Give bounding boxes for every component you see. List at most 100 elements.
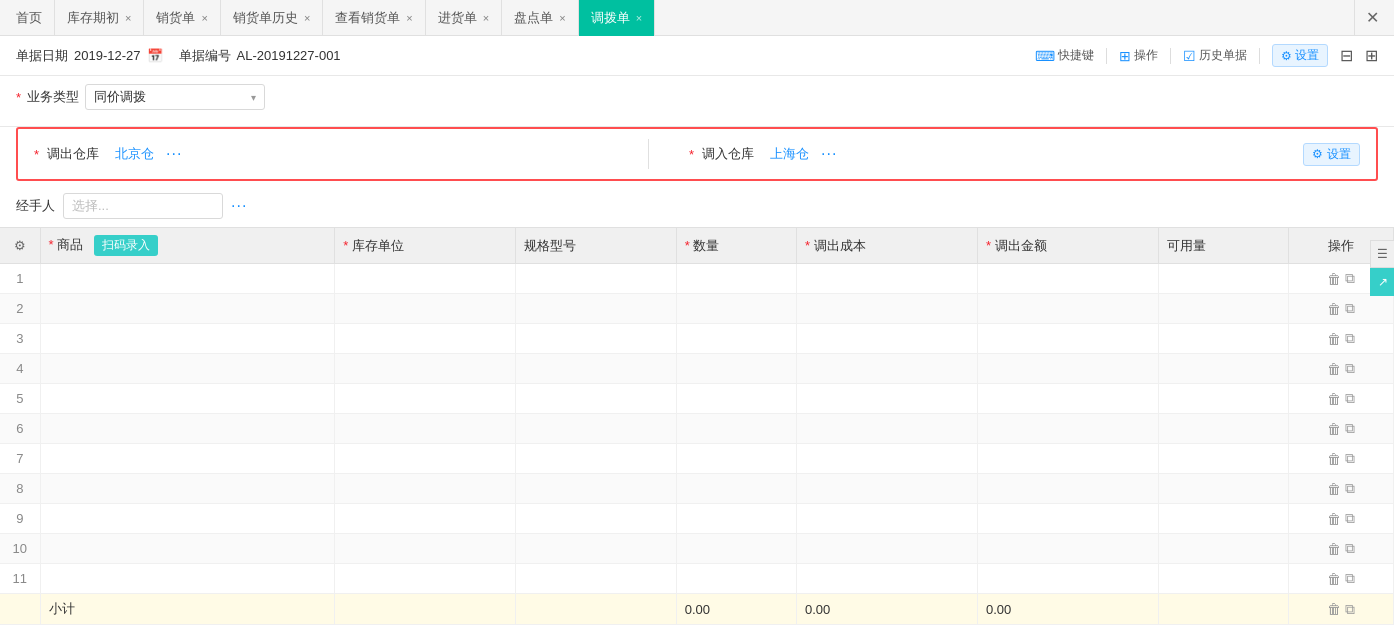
row-cell-spec[interactable] (516, 294, 677, 324)
row-cell-qty[interactable] (676, 504, 796, 534)
right-float-list-btn[interactable]: ☰ (1370, 240, 1394, 268)
tab-view-sales-close[interactable]: × (406, 12, 412, 24)
row-cell-unit[interactable] (335, 444, 516, 474)
row-cell-cost[interactable] (797, 474, 978, 504)
scan-button[interactable]: 扫码录入 (94, 235, 158, 256)
row-cell-product[interactable] (40, 294, 335, 324)
copy-icon[interactable]: ⧉ (1345, 390, 1355, 407)
row-cell-product[interactable] (40, 414, 335, 444)
delete-icon[interactable]: 🗑 (1327, 451, 1341, 467)
delete-icon[interactable]: 🗑 (1327, 331, 1341, 347)
copy-icon[interactable]: ⧉ (1345, 480, 1355, 497)
warehouse-out-more[interactable]: ··· (166, 145, 182, 163)
row-cell-spec[interactable] (516, 444, 677, 474)
tab-transfer[interactable]: 调拨单 × (579, 0, 655, 36)
row-cell-unit[interactable] (335, 294, 516, 324)
delete-icon[interactable]: 🗑 (1327, 361, 1341, 377)
shortcut-button[interactable]: ⌨ 快捷键 (1035, 47, 1094, 64)
row-cell-spec[interactable] (516, 414, 677, 444)
copy-icon[interactable]: ⧉ (1345, 450, 1355, 467)
row-cell-spec[interactable] (516, 384, 677, 414)
tab-purchase[interactable]: 进货单 × (426, 0, 502, 36)
copy-icon[interactable]: ⧉ (1345, 300, 1355, 317)
copy-icon[interactable]: ⧉ (1345, 570, 1355, 587)
row-cell-unit[interactable] (335, 564, 516, 594)
row-cell-qty[interactable] (676, 384, 796, 414)
row-cell-product[interactable] (40, 504, 335, 534)
delete-icon[interactable]: 🗑 (1327, 571, 1341, 587)
calendar-icon[interactable]: 📅 (147, 48, 163, 63)
row-cell-amount[interactable] (977, 264, 1158, 294)
row-cell-amount[interactable] (977, 384, 1158, 414)
history-button[interactable]: ☑ 历史单据 (1183, 47, 1247, 64)
row-cell-spec[interactable] (516, 474, 677, 504)
tab-home[interactable]: 首页 (4, 0, 55, 36)
grid-view-button[interactable]: ⊟ (1340, 46, 1353, 65)
row-cell-unit[interactable] (335, 324, 516, 354)
row-cell-unit[interactable] (335, 414, 516, 444)
copy-icon[interactable]: ⧉ (1345, 330, 1355, 347)
row-cell-product[interactable] (40, 354, 335, 384)
tab-sales-history-close[interactable]: × (304, 12, 310, 24)
delete-icon[interactable]: 🗑 (1327, 511, 1341, 527)
row-cell-amount[interactable] (977, 564, 1158, 594)
row-cell-product[interactable] (40, 384, 335, 414)
copy-icon[interactable]: ⧉ (1345, 540, 1355, 557)
row-cell-cost[interactable] (797, 444, 978, 474)
row-cell-amount[interactable] (977, 474, 1158, 504)
tab-stocktake-close[interactable]: × (559, 12, 565, 24)
row-cell-cost[interactable] (797, 534, 978, 564)
row-cell-unit[interactable] (335, 384, 516, 414)
row-cell-amount[interactable] (977, 504, 1158, 534)
tab-sales-order[interactable]: 销货单 × (144, 0, 220, 36)
row-cell-unit[interactable] (335, 264, 516, 294)
copy-icon[interactable]: ⧉ (1345, 510, 1355, 527)
row-cell-qty[interactable] (676, 354, 796, 384)
settings-button[interactable]: ⚙ 设置 (1272, 44, 1328, 67)
row-cell-qty[interactable] (676, 324, 796, 354)
row-cell-amount[interactable] (977, 354, 1158, 384)
row-cell-qty[interactable] (676, 564, 796, 594)
list-view-button[interactable]: ⊞ (1365, 46, 1378, 65)
right-float-export-btn[interactable]: ↗ (1370, 268, 1394, 296)
row-cell-qty[interactable] (676, 414, 796, 444)
tab-bar-close-button[interactable]: ✕ (1354, 0, 1390, 36)
row-cell-spec[interactable] (516, 534, 677, 564)
row-cell-qty[interactable] (676, 474, 796, 504)
tab-stocktake[interactable]: 盘点单 × (502, 0, 578, 36)
operator-more[interactable]: ··· (231, 197, 247, 215)
row-cell-cost[interactable] (797, 294, 978, 324)
row-cell-amount[interactable] (977, 414, 1158, 444)
row-cell-amount[interactable] (977, 324, 1158, 354)
gear-icon-3[interactable]: ⚙ (14, 238, 26, 253)
row-cell-spec[interactable] (516, 354, 677, 384)
settings-gear-btn[interactable]: ⚙ 设置 (1303, 143, 1360, 166)
tab-view-sales[interactable]: 查看销货单 × (323, 0, 425, 36)
row-cell-cost[interactable] (797, 354, 978, 384)
row-cell-spec[interactable] (516, 504, 677, 534)
subtotal-copy-icon[interactable]: ⧉ (1345, 601, 1355, 618)
row-cell-product[interactable] (40, 534, 335, 564)
row-cell-cost[interactable] (797, 324, 978, 354)
tab-inventory-init[interactable]: 库存期初 × (55, 0, 144, 36)
row-cell-cost[interactable] (797, 414, 978, 444)
subtotal-delete-icon[interactable]: 🗑 (1327, 601, 1341, 617)
delete-icon[interactable]: 🗑 (1327, 421, 1341, 437)
row-cell-qty[interactable] (676, 294, 796, 324)
th-gear[interactable]: ⚙ (0, 228, 40, 264)
tab-transfer-close[interactable]: × (636, 12, 642, 24)
row-cell-qty[interactable] (676, 534, 796, 564)
row-cell-amount[interactable] (977, 294, 1158, 324)
row-cell-amount[interactable] (977, 444, 1158, 474)
row-cell-unit[interactable] (335, 534, 516, 564)
copy-icon[interactable]: ⧉ (1345, 360, 1355, 377)
row-cell-cost[interactable] (797, 504, 978, 534)
copy-icon[interactable]: ⧉ (1345, 270, 1355, 287)
row-cell-qty[interactable] (676, 264, 796, 294)
copy-icon[interactable]: ⧉ (1345, 420, 1355, 437)
row-cell-product[interactable] (40, 324, 335, 354)
row-cell-product[interactable] (40, 564, 335, 594)
row-cell-cost[interactable] (797, 564, 978, 594)
delete-icon[interactable]: 🗑 (1327, 391, 1341, 407)
tab-purchase-close[interactable]: × (483, 12, 489, 24)
